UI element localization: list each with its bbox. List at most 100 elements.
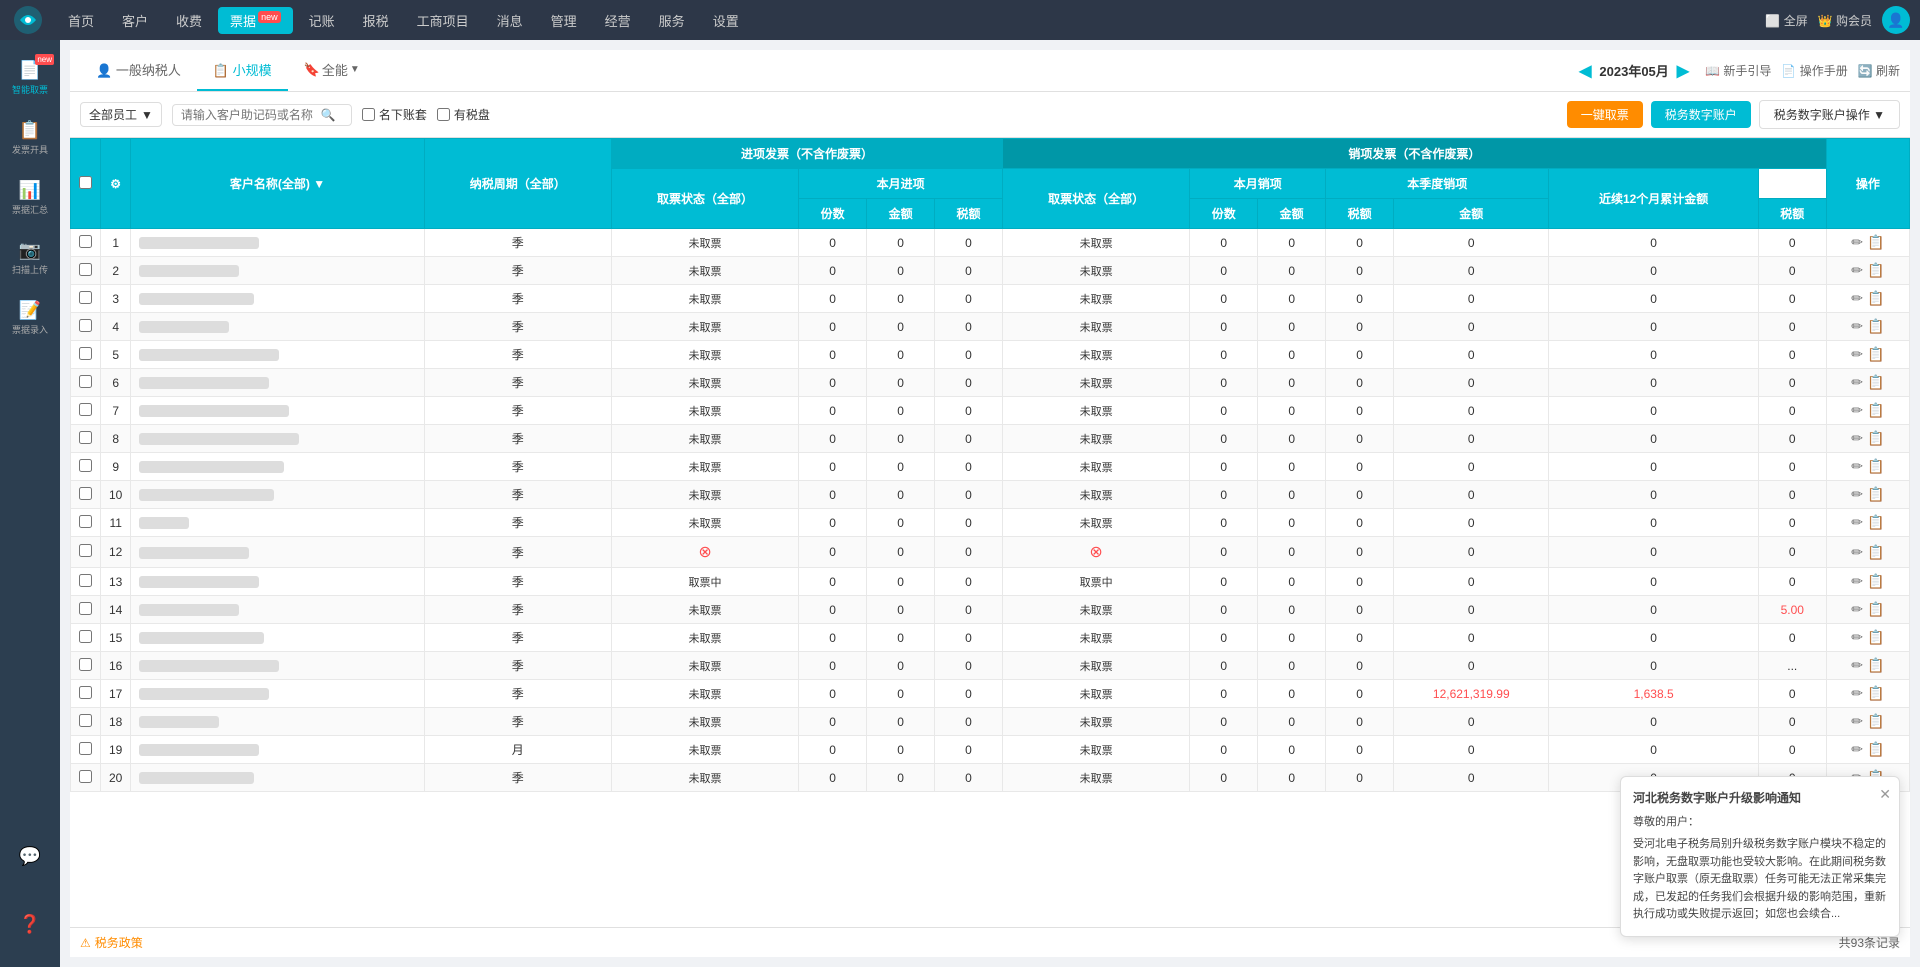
has-disk-check[interactable]: 有税盘 [437,106,490,123]
prev-month-btn[interactable]: ◀ [1579,61,1591,81]
edit-icon[interactable]: ✏ [1851,629,1863,646]
sidebar-item-scan[interactable]: 📷 扫描上传 [2,230,58,286]
row-checkbox[interactable] [79,515,92,528]
copy-icon[interactable]: 📋 [1867,741,1884,758]
copy-icon[interactable]: 📋 [1867,346,1884,363]
nav-message[interactable]: 消息 [485,7,535,34]
edit-icon[interactable]: ✏ [1851,741,1863,758]
copy-icon[interactable]: 📋 [1867,430,1884,447]
sidebar-help[interactable]: ❓ [2,897,58,953]
copy-icon[interactable]: 📋 [1867,629,1884,646]
edit-icon[interactable]: ✏ [1851,657,1863,674]
copy-icon[interactable]: 📋 [1867,402,1884,419]
row-checkbox[interactable] [79,235,92,248]
row-checkbox[interactable] [79,487,92,500]
nav-business[interactable]: 工商项目 [405,7,481,34]
refresh-btn[interactable]: 🔄 刷新 [1858,62,1900,79]
edit-icon[interactable]: ✏ [1851,430,1863,447]
row-checkbox[interactable] [79,770,92,783]
row-checkbox[interactable] [79,714,92,727]
edit-icon[interactable]: ✏ [1851,290,1863,307]
edit-icon[interactable]: ✏ [1851,262,1863,279]
row-checkbox[interactable] [79,602,92,615]
edit-icon[interactable]: ✏ [1851,685,1863,702]
sidebar-item-open-ticket[interactable]: 📋 发票开具 [2,110,58,166]
nav-home[interactable]: 首页 [56,7,106,34]
search-input[interactable] [181,108,321,122]
row-checkbox[interactable] [79,459,92,472]
tax-policy-link[interactable]: ⚠ 税务政策 [80,934,143,951]
edit-icon[interactable]: ✏ [1851,346,1863,363]
has-disk-checkbox[interactable] [437,108,450,121]
one-click-btn[interactable]: 一键取票 [1567,101,1643,128]
select-all-checkbox[interactable] [79,176,92,189]
copy-icon[interactable]: 📋 [1867,458,1884,475]
tab-general[interactable]: 👤 一般纳税人 [80,50,197,91]
edit-icon[interactable]: ✏ [1851,544,1863,561]
copy-icon[interactable]: 📋 [1867,486,1884,503]
digital-account-btn[interactable]: 税务数字账户 [1651,101,1751,128]
copy-icon[interactable]: 📋 [1867,544,1884,561]
row-checkbox[interactable] [79,658,92,671]
nav-fee[interactable]: 收费 [164,7,214,34]
row-checkbox[interactable] [79,403,92,416]
row-checkbox[interactable] [79,630,92,643]
edit-icon[interactable]: ✏ [1851,486,1863,503]
row-checkbox[interactable] [79,291,92,304]
row-checkbox[interactable] [79,319,92,332]
sidebar-item-smart-ticket[interactable]: 📄 智能取票 new [2,50,58,106]
edit-icon[interactable]: ✏ [1851,234,1863,251]
next-month-btn[interactable]: ▶ [1677,61,1689,81]
app-logo[interactable] [10,2,46,38]
nav-ticket[interactable]: 票据new [218,7,293,34]
sidebar-item-summary[interactable]: 📊 票据汇总 [2,170,58,226]
member-btn[interactable]: 👑 购会员 [1818,12,1872,29]
row-checkbox[interactable] [79,375,92,388]
row-checkbox[interactable] [79,263,92,276]
nav-customer[interactable]: 客户 [110,7,160,34]
copy-icon[interactable]: 📋 [1867,514,1884,531]
row-checkbox[interactable] [79,347,92,360]
tab-small[interactable]: 📋 小规模 [197,50,288,91]
copy-icon[interactable]: 📋 [1867,374,1884,391]
row-checkbox[interactable] [79,742,92,755]
nav-accounting[interactable]: 记账 [297,7,347,34]
sidebar-chat[interactable]: 💬 [2,829,58,885]
copy-icon[interactable]: 📋 [1867,318,1884,335]
copy-icon[interactable]: 📋 [1867,601,1884,618]
row-checkbox[interactable] [79,574,92,587]
copy-icon[interactable]: 📋 [1867,290,1884,307]
employee-select[interactable]: 全部员工 ▼ [80,102,162,127]
under-account-checkbox[interactable] [362,108,375,121]
row-checkbox[interactable] [79,686,92,699]
new-guide-btn[interactable]: 📖 新手引导 [1705,62,1771,79]
under-account-check[interactable]: 名下账套 [362,106,427,123]
edit-icon[interactable]: ✏ [1851,402,1863,419]
row-checkbox[interactable] [79,431,92,444]
edit-icon[interactable]: ✏ [1851,458,1863,475]
copy-icon[interactable]: 📋 [1867,262,1884,279]
edit-icon[interactable]: ✏ [1851,318,1863,335]
fullscreen-btn[interactable]: ⬜ 全屏 [1765,12,1807,29]
user-avatar[interactable]: 👤 [1882,6,1910,34]
edit-icon[interactable]: ✏ [1851,573,1863,590]
copy-icon[interactable]: 📋 [1867,713,1884,730]
edit-icon[interactable]: ✏ [1851,514,1863,531]
row-checkbox[interactable] [79,544,92,557]
notice-close-btn[interactable]: ✕ [1879,783,1891,805]
nav-management[interactable]: 管理 [539,7,589,34]
tab-all[interactable]: 🔖 全能 ▼ [288,50,376,91]
search-icon[interactable]: 🔍 [321,108,336,122]
nav-operation[interactable]: 经营 [593,7,643,34]
copy-icon[interactable]: 📋 [1867,573,1884,590]
nav-tax[interactable]: 报税 [351,7,401,34]
edit-icon[interactable]: ✏ [1851,713,1863,730]
copy-icon[interactable]: 📋 [1867,234,1884,251]
sidebar-item-enter[interactable]: 📝 票据录入 [2,290,58,346]
nav-settings[interactable]: 设置 [701,7,751,34]
nav-service[interactable]: 服务 [647,7,697,34]
copy-icon[interactable]: 📋 [1867,685,1884,702]
edit-icon[interactable]: ✏ [1851,601,1863,618]
digital-op-btn[interactable]: 税务数字账户操作 ▼ [1759,100,1900,129]
edit-icon[interactable]: ✏ [1851,374,1863,391]
